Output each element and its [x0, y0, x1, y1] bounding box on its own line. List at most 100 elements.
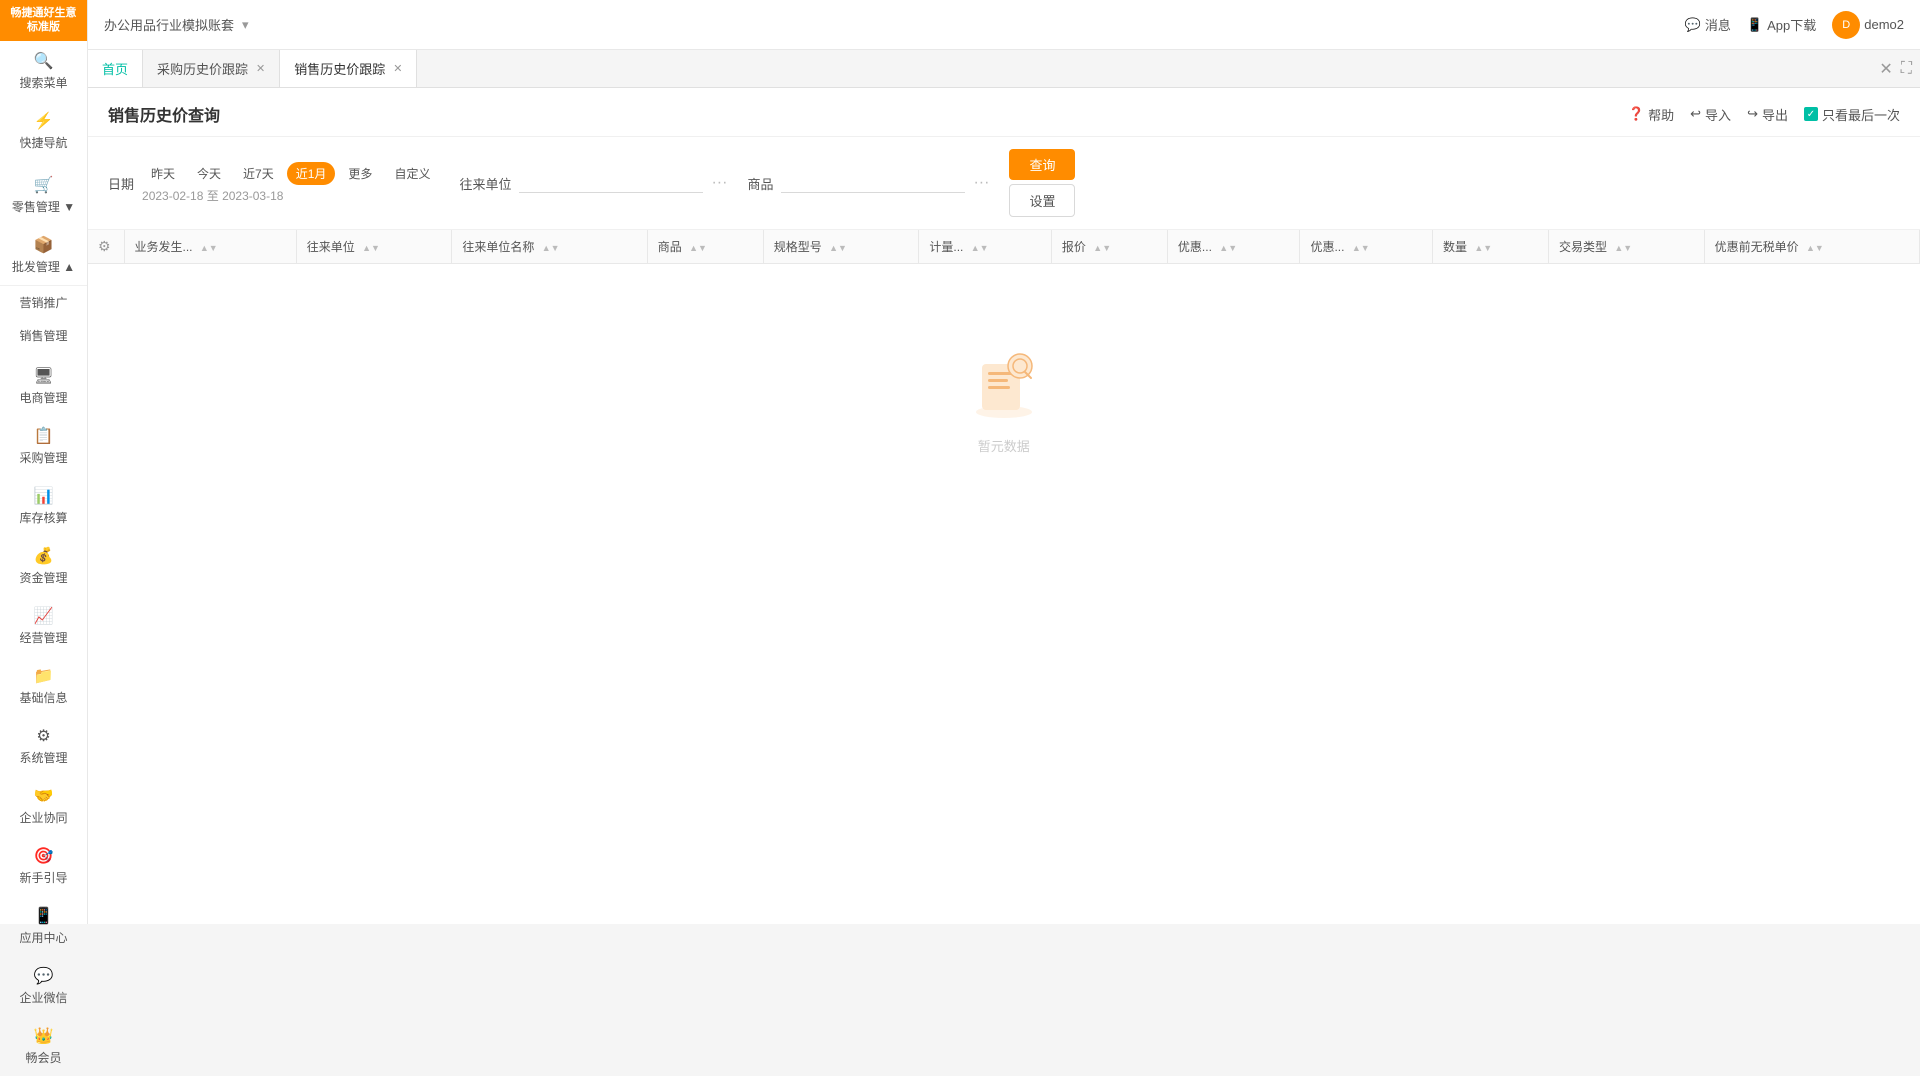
sidebar-item-retail[interactable]: 🛒 零售管理 ▼	[0, 165, 87, 225]
pill-7days[interactable]: 近7天	[234, 162, 283, 185]
sidebar-item-enterprise-collab[interactable]: 🤝 企业协同	[0, 776, 87, 836]
sidebar-item-finance[interactable]: 💰 资金管理	[0, 536, 87, 596]
sidebar-item-app-center[interactable]: 📱 应用中心	[0, 896, 87, 956]
partner-input[interactable]	[519, 173, 703, 193]
th-discount1[interactable]: 优惠... ▲▼	[1167, 230, 1300, 264]
wholesale-submenu: 营销推广 销售管理	[0, 285, 87, 352]
sidebar-item-label: 经营管理	[19, 629, 67, 646]
th-unit[interactable]: 计量... ▲▼	[919, 230, 1052, 264]
sidebar-item-label: 基础信息	[19, 689, 67, 706]
sidebar-item-new-guide[interactable]: 🎯 新手引导	[0, 836, 87, 896]
export-icon: ↪	[1747, 106, 1758, 122]
pill-yesterday[interactable]: 昨天	[142, 162, 184, 185]
th-trade-type-label: 交易类型	[1559, 240, 1607, 254]
th-biz-date[interactable]: 业务发生... ▲▼	[124, 230, 296, 264]
help-action[interactable]: ❓ 帮助	[1628, 105, 1674, 124]
th-pretax-price[interactable]: 优惠前无税单价 ▲▼	[1704, 230, 1919, 264]
th-partner-code[interactable]: 往来单位 ▲▼	[296, 230, 452, 264]
th-partner-code-label: 往来单位	[307, 240, 355, 254]
sidebar-item-label: 电商管理	[19, 389, 67, 406]
tab-sales-close[interactable]: ✕	[393, 62, 402, 75]
sidebar-item-inventory[interactable]: 📊 库存核算	[0, 476, 87, 536]
pill-more[interactable]: 更多	[339, 162, 381, 185]
pill-custom[interactable]: 自定义	[385, 162, 439, 185]
query-button[interactable]: 查询	[1009, 149, 1075, 180]
sidebar-item-enterprise-wechat[interactable]: 💬 企业微信	[0, 956, 87, 1016]
th-quantity[interactable]: 数量 ▲▼	[1432, 230, 1548, 264]
quick-nav-icon: ⚡	[34, 111, 54, 131]
retail-icon: 🛒	[34, 175, 54, 195]
date-filter-group: 日期 昨天 今天 近7天 近1月 更多 自定义 2023-02-18 至 202…	[108, 162, 439, 204]
close-tab-btn[interactable]: ✕	[1879, 59, 1892, 79]
help-label: 帮助	[1648, 105, 1674, 124]
dropdown-icon[interactable]: ▾	[242, 17, 249, 33]
pill-today[interactable]: 今天	[188, 162, 230, 185]
date-filter-col: 昨天 今天 近7天 近1月 更多 自定义 2023-02-18 至 2023-0…	[142, 162, 439, 204]
download-label: App下载	[1767, 15, 1816, 34]
sidebar-item-label: 新手引导	[19, 869, 67, 886]
product-filter-group: 商品 ···	[747, 173, 989, 193]
tab-purchase-label: 采购历史价跟踪	[157, 59, 248, 78]
th-product[interactable]: 商品 ▲▼	[647, 230, 763, 264]
sidebar-item-ecommerce[interactable]: 🖥 电商管理	[0, 356, 87, 416]
th-spec[interactable]: 规格型号 ▲▼	[763, 230, 919, 264]
settings-button[interactable]: 设置	[1009, 184, 1075, 217]
wechat-icon: 💬	[34, 966, 54, 986]
sidebar-item-member[interactable]: 👑 畅会员	[0, 1016, 87, 1076]
product-label: 商品	[747, 174, 773, 193]
product-dots[interactable]: ···	[973, 174, 989, 192]
message-label: 消息	[1705, 15, 1731, 34]
sidebar-item-label: 应用中心	[19, 929, 67, 946]
sidebar-sub-sales[interactable]: 销售管理	[0, 319, 87, 352]
sidebar: 畅捷通好生意 标准版 🔍 搜索菜单 ⚡ 快捷导航 🛒 零售管理 ▼ 📦 批发管理…	[0, 0, 88, 924]
th-trade-type[interactable]: 交易类型 ▲▼	[1548, 230, 1704, 264]
sidebar-item-basic-info[interactable]: 📁 基础信息	[0, 656, 87, 716]
sort-arrows-disc2: ▲▼	[1352, 243, 1370, 253]
pill-1month[interactable]: 近1月	[287, 162, 336, 185]
wholesale-icon: 📦	[34, 235, 54, 255]
sidebar-item-label: 企业微信	[19, 989, 67, 1006]
sidebar-item-purchase[interactable]: 📋 采购管理	[0, 416, 87, 476]
app-name: 畅捷通好生意	[11, 6, 77, 20]
partner-dots[interactable]: ···	[711, 174, 727, 192]
empty-text: 暂元数据	[978, 436, 1030, 455]
content-area: 销售历史价查询 ❓ 帮助 ↩ 导入 ↪ 导出 ✓ 只看最后一次	[88, 88, 1920, 924]
inventory-icon: 📊	[34, 486, 54, 506]
account-name[interactable]: 办公用品行业模拟账套	[104, 15, 234, 34]
sidebar-item-wholesale[interactable]: 📦 批发管理 ▲	[0, 225, 87, 285]
maximize-btn[interactable]: ⛶	[1901, 60, 1912, 78]
th-discount2[interactable]: 优惠... ▲▼	[1300, 230, 1433, 264]
th-biz-date-label: 业务发生...	[135, 240, 193, 254]
sidebar-item-system[interactable]: ⚙ 系统管理	[0, 716, 87, 776]
table-header-row: ⚙ 业务发生... ▲▼ 往来单位 ▲▼ 往来单位名称 ▲▼	[88, 230, 1920, 264]
th-partner-name[interactable]: 往来单位名称 ▲▼	[452, 230, 647, 264]
message-btn[interactable]: 💬 消息	[1685, 15, 1731, 34]
th-price[interactable]: 报价 ▲▼	[1051, 230, 1167, 264]
sort-arrows-pname: ▲▼	[542, 243, 560, 253]
top-header: 办公用品行业模拟账套 ▾ 💬 消息 📱 App下载 D demo2	[88, 0, 1920, 50]
product-input[interactable]	[781, 173, 965, 193]
tab-sales-history[interactable]: 销售历史价跟踪 ✕	[280, 50, 417, 87]
tab-purchase-close[interactable]: ✕	[256, 62, 265, 75]
export-action[interactable]: ↪ 导出	[1747, 105, 1788, 124]
date-pills: 昨天 今天 近7天 近1月 更多 自定义	[142, 162, 439, 185]
app-logo: 畅捷通好生意 标准版	[0, 0, 87, 41]
search-menu-icon: 🔍	[34, 51, 54, 71]
last-only-checkbox[interactable]: ✓ 只看最后一次	[1804, 105, 1900, 124]
app-subtitle: 标准版	[27, 20, 60, 34]
sidebar-item-search-menu[interactable]: 🔍 搜索菜单	[0, 41, 87, 101]
user-avatar-area[interactable]: D demo2	[1832, 11, 1904, 39]
gear-icon[interactable]: ⚙	[98, 238, 111, 254]
tab-home[interactable]: 首页	[88, 50, 143, 87]
th-spec-label: 规格型号	[774, 240, 822, 254]
sidebar-item-quick-nav[interactable]: ⚡ 快捷导航	[0, 101, 87, 161]
import-action[interactable]: ↩ 导入	[1690, 105, 1731, 124]
sidebar-sub-marketing[interactable]: 营销推广	[0, 286, 87, 319]
purchase-icon: 📋	[34, 426, 54, 446]
sidebar-item-label: 快捷导航	[19, 134, 67, 151]
tab-purchase-history[interactable]: 采购历史价跟踪 ✕	[143, 50, 280, 87]
sidebar-item-operations[interactable]: 📈 经营管理	[0, 596, 87, 656]
empty-icon	[964, 344, 1044, 424]
sort-arrows-unit: ▲▼	[971, 243, 989, 253]
app-download-btn[interactable]: 📱 App下载	[1747, 15, 1816, 34]
